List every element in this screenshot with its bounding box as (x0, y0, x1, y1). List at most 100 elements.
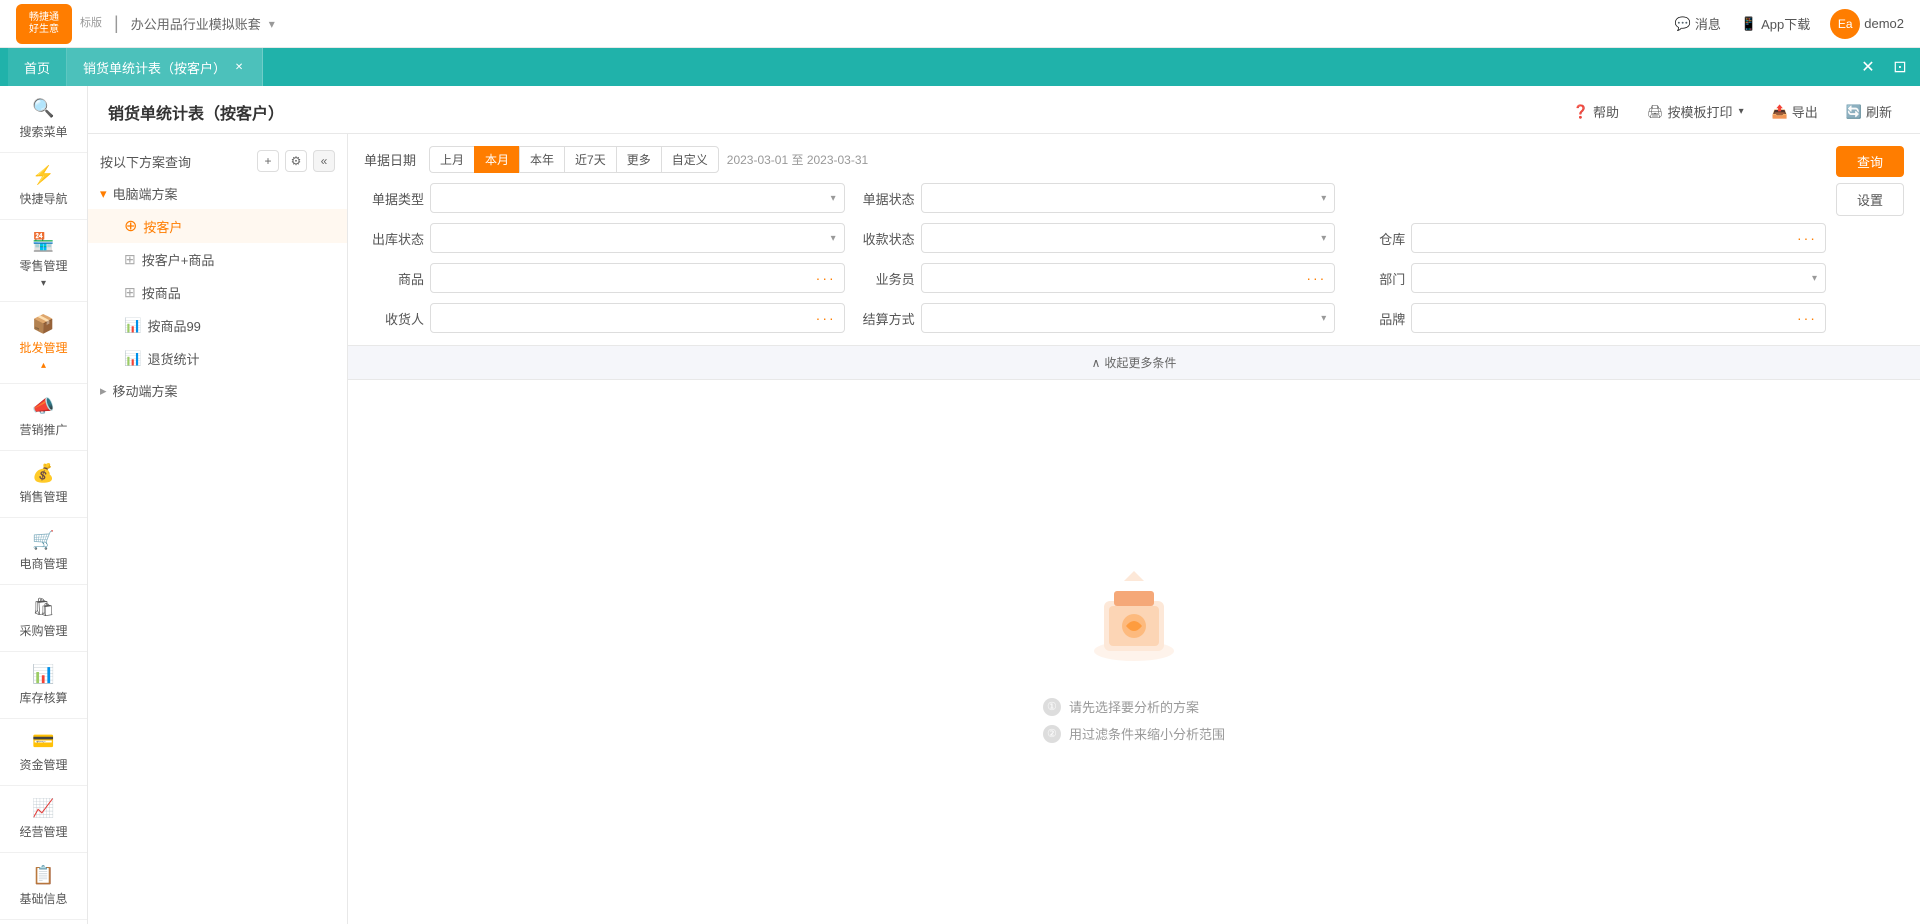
settings-scheme-btn[interactable]: ⚙ (285, 150, 307, 172)
quick-nav-icon: ⚡ (32, 165, 54, 186)
purchase-icon: 🛍 (32, 597, 55, 618)
quick-nav-label: 快捷导航 (19, 190, 67, 207)
empty-hint-1: ① 请先选择要分析的方案 (1043, 697, 1225, 716)
outbound-select[interactable]: ▾ (430, 223, 845, 253)
print-btn[interactable]: 🖨 按模板打印 ▾ (1639, 98, 1752, 125)
order-status-select[interactable]: ▾ (921, 183, 1336, 213)
tree-group-desktop: ▾ 电脑端方案 ⊕ 按客户 ⊞ 按客户+商品 ⊞ 按商品 (88, 178, 347, 375)
marketing-label: 营销推广 (19, 421, 67, 438)
topbar-right: 💬 消息 📱 App下载 Ea demo2 (1675, 9, 1904, 39)
settings-btn[interactable]: 设置 (1836, 183, 1904, 216)
search-menu-label: 搜索菜单 (19, 123, 67, 140)
message-btn[interactable]: 💬 消息 (1675, 14, 1721, 33)
sidebar-item-retail[interactable]: 🏪 零售管理 ▾ (0, 220, 87, 302)
department-select[interactable]: ▾ (1411, 263, 1826, 293)
tree-arrow-icon: ▾ (100, 186, 107, 202)
sidebar-item-sales[interactable]: 💰 销售管理 (0, 451, 87, 518)
tree-item-by-customer[interactable]: ⊕ 按客户 (88, 209, 347, 243)
refresh-btn[interactable]: 🔄 刷新 (1838, 98, 1900, 125)
order-status-label: 单据状态 (855, 189, 915, 208)
warehouse-dots-icon: ··· (1797, 230, 1817, 246)
sidebar-item-finance[interactable]: 💳 资金管理 (0, 719, 87, 786)
sidebar-item-system[interactable]: ⚙️ 系统管理 (0, 920, 87, 924)
warehouse-select[interactable]: ··· (1411, 223, 1826, 253)
collapse-panel-btn[interactable]: « (313, 150, 335, 172)
payment-select[interactable]: ▾ (921, 223, 1336, 253)
user-profile[interactable]: Ea demo2 (1830, 9, 1904, 39)
payment-field: 收款状态 ▾ (855, 223, 1336, 253)
date-more-btn[interactable]: 更多 (616, 146, 661, 173)
print-icon: 🖨 (1647, 104, 1664, 120)
basic-info-icon: 📋 (32, 865, 54, 886)
tree-item-by-goods-99[interactable]: 📊 按商品99 (88, 309, 347, 342)
search-menu-icon: 🔍 (32, 98, 54, 119)
tab-fullscreen-btn[interactable]: ⊡ (1888, 55, 1912, 79)
brand-select[interactable]: ··· (1411, 303, 1826, 333)
help-icon: ❓ (1573, 104, 1589, 120)
collapse-bar[interactable]: ∧ 收起更多条件 (348, 346, 1920, 380)
app-download-btn[interactable]: 📱 App下载 (1741, 14, 1810, 33)
inventory-label: 库存核算 (19, 689, 67, 706)
date-range-text: 2023-03-01 至 2023-03-31 (727, 151, 868, 168)
salesperson-select[interactable]: ··· (921, 263, 1336, 293)
message-label: 消息 (1695, 14, 1721, 33)
logo: 畅捷通好生意 (16, 4, 72, 44)
sidebar-item-inventory[interactable]: 📊 库存核算 (0, 652, 87, 719)
sidebar-item-basic-info[interactable]: 📋 基础信息 (0, 853, 87, 920)
date-this-year-btn[interactable]: 本年 (519, 146, 564, 173)
export-btn[interactable]: 📤 导出 (1764, 98, 1826, 125)
wholesale-arrow-icon: ▴ (41, 360, 46, 371)
order-type-select[interactable]: ▾ (430, 183, 845, 213)
sidebar-item-purchase[interactable]: 🛍 采购管理 (0, 585, 87, 652)
return-stats-icon: 📊 (124, 350, 141, 367)
tree-item-return-stats[interactable]: 📊 退货统计 (88, 342, 347, 375)
settlement-select[interactable]: ▾ (921, 303, 1336, 333)
body-split: 按以下方案查询 + ⚙ « ▾ 电脑端方案 ⊕ 按客户 (88, 134, 1920, 924)
tab-close-btn[interactable]: ✕ (1856, 55, 1880, 79)
message-icon: 💬 (1675, 16, 1691, 32)
salesperson-dots-icon: ··· (1306, 270, 1326, 286)
tab-close-icon[interactable]: ✕ (232, 60, 246, 74)
tree-item-by-customer-goods[interactable]: ⊞ 按客户+商品 (88, 243, 347, 276)
tree-desktop-header[interactable]: ▾ 电脑端方案 (88, 178, 347, 209)
recipient-field: 收货人 ··· (364, 303, 845, 333)
retail-icon: 🏪 (32, 232, 54, 253)
payment-arrow-icon: ▾ (1321, 233, 1326, 244)
department-field: 部门 ▾ (1345, 263, 1826, 293)
topbar-left: 畅捷通好生意 标版 | 办公用品行业模拟账套 ▾ (16, 4, 275, 44)
recipient-select[interactable]: ··· (430, 303, 845, 333)
sidebar-item-ecommerce[interactable]: 🛒 电商管理 (0, 518, 87, 585)
tree-item-by-goods[interactable]: ⊞ 按商品 (88, 276, 347, 309)
goods-select[interactable]: ··· (430, 263, 845, 293)
goods-label: 商品 (364, 269, 424, 288)
date-last-month-btn[interactable]: 上月 (429, 146, 474, 173)
industry-dropdown-icon[interactable]: ▾ (269, 17, 275, 31)
sidebar-item-wholesale[interactable]: 📦 批发管理 ▴ (0, 302, 87, 384)
add-scheme-btn[interactable]: + (257, 150, 279, 172)
sidebar-item-operations[interactable]: 📈 经营管理 (0, 786, 87, 853)
finance-icon: 💳 (32, 731, 54, 752)
help-btn[interactable]: ❓ 帮助 (1565, 98, 1627, 125)
ecommerce-icon: 🛒 (32, 530, 54, 551)
date-last-7-btn[interactable]: 近7天 (564, 146, 616, 173)
tab-sales-report[interactable]: 销货单统计表（按客户） ✕ (67, 48, 263, 86)
by-customer-goods-label: 按客户+商品 (142, 250, 215, 269)
sidebar-item-marketing[interactable]: 📣 营销推广 (0, 384, 87, 451)
tab-home[interactable]: 首页 (8, 48, 67, 86)
sidebar-item-search-menu[interactable]: 🔍 搜索菜单 (0, 86, 87, 153)
logo-text: 畅捷通好生意 (29, 12, 59, 36)
sidebar: 🔍 搜索菜单 ⚡ 快捷导航 🏪 零售管理 ▾ 📦 批发管理 ▴ 📣 营销推广 💰… (0, 86, 88, 924)
tree-group-mobile: ▸ 移动端方案 (88, 375, 347, 406)
goods-dots-icon: ··· (816, 270, 836, 286)
settlement-field: 结算方式 ▾ (855, 303, 1336, 333)
hint-2-text: 用过滤条件来缩小分析范围 (1069, 724, 1225, 743)
by-customer-icon: ⊕ (124, 216, 137, 236)
sidebar-item-quick-nav[interactable]: ⚡ 快捷导航 (0, 153, 87, 220)
date-this-month-btn[interactable]: 本月 (474, 146, 519, 173)
export-label: 导出 (1792, 102, 1818, 121)
page-title: 销货单统计表（按客户） (108, 100, 284, 124)
date-custom-btn[interactable]: 自定义 (661, 146, 719, 173)
tree-mobile-header[interactable]: ▸ 移动端方案 (88, 375, 347, 406)
finance-label: 资金管理 (19, 756, 67, 773)
query-btn[interactable]: 查询 (1836, 146, 1904, 177)
